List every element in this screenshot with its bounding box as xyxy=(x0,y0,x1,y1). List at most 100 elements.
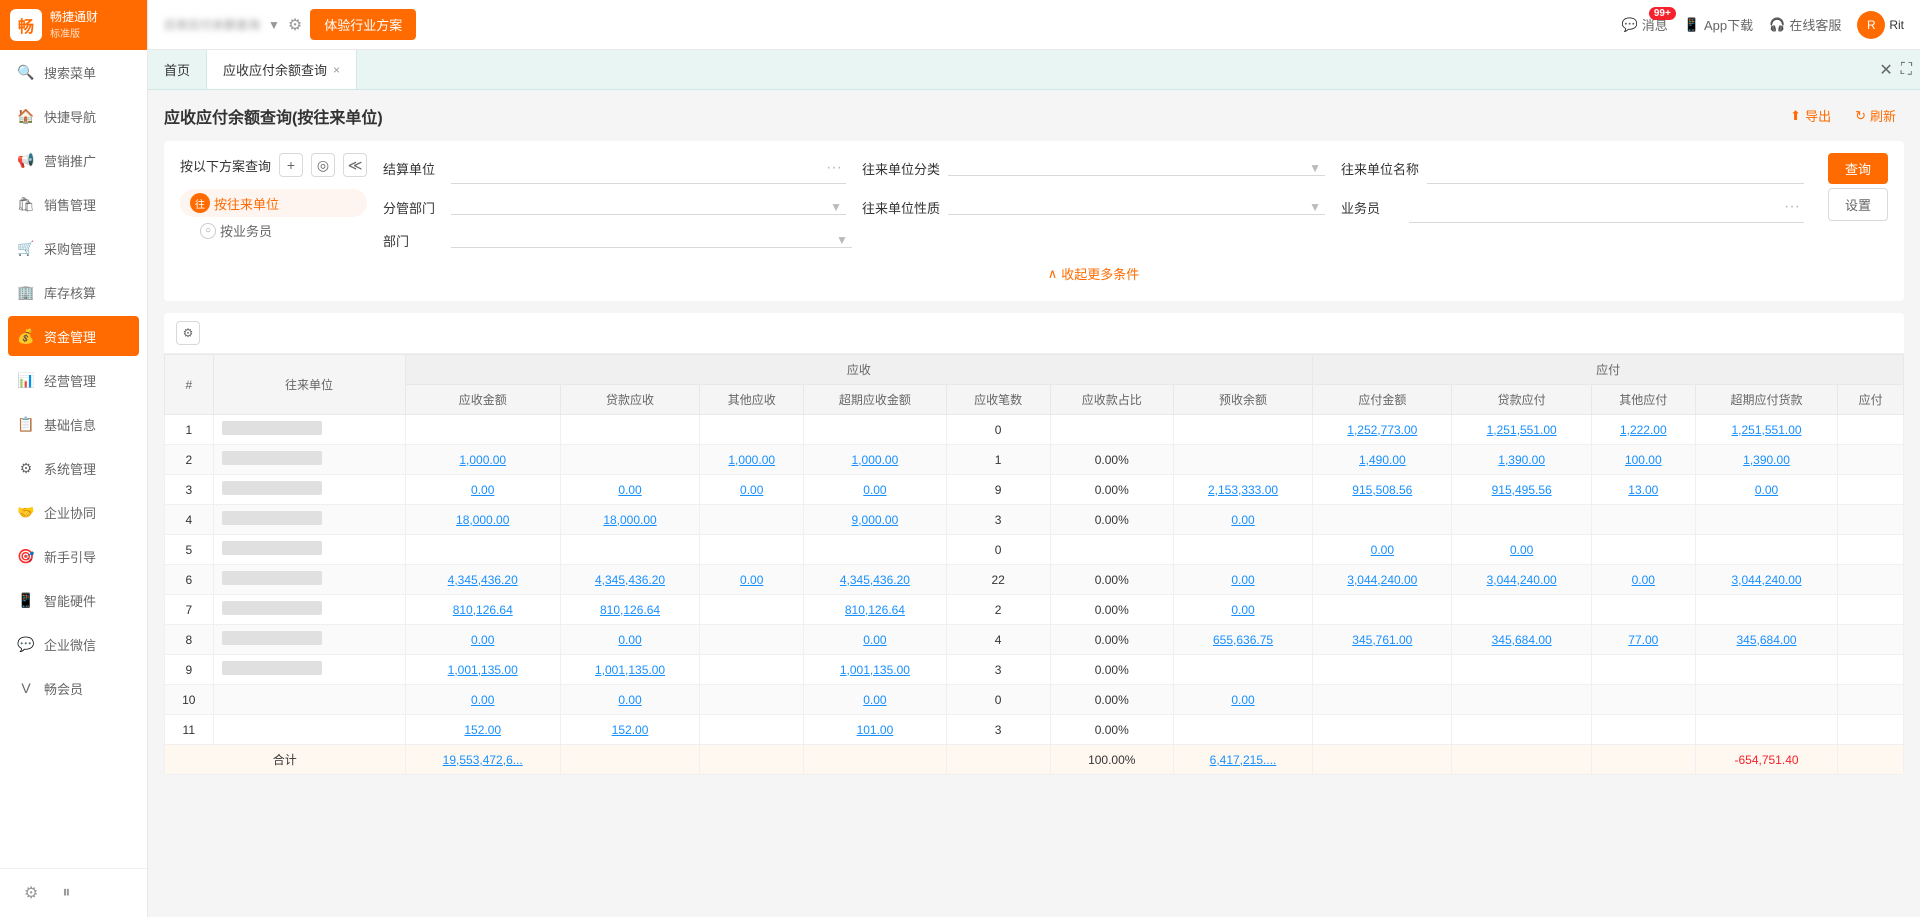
settlement-dots-icon[interactable]: ··· xyxy=(826,159,842,177)
filter-dept-manage-group: 分管部门 ▼ xyxy=(383,192,846,223)
sidebar-item-inventory[interactable]: 🏢 库存核算 xyxy=(0,270,147,314)
nature-chevron-icon: ▼ xyxy=(1309,200,1321,214)
sidebar-label-quick: 快捷导航 xyxy=(44,107,96,126)
dept-select-wrapper[interactable]: ▼ xyxy=(451,233,852,248)
sidebar-item-system[interactable]: ⚙ 系统管理 xyxy=(0,446,147,490)
category-select-wrapper[interactable]: ▼ xyxy=(948,161,1325,176)
filter-dept-group: 部门 ▼ xyxy=(383,231,852,250)
th-pay-loan: 贷款应付 xyxy=(1452,385,1591,415)
header-gear-icon[interactable]: ⚙ xyxy=(288,15,302,35)
page-title: 应收应付余额查询(按往来单位) xyxy=(164,104,383,128)
sidebar-item-marketing[interactable]: 📢 营销推广 xyxy=(0,138,147,182)
filter-collapse-btn[interactable]: ≪ xyxy=(343,153,367,177)
sidebar-item-enterprise[interactable]: 🤝 企业协同 xyxy=(0,490,147,534)
total-rec-prepaid[interactable]: 6,417,215.... xyxy=(1173,745,1312,775)
inventory-icon: 🏢 xyxy=(16,282,36,302)
collapse-label: 收起更多条件 xyxy=(1061,264,1139,283)
nature-select-wrapper[interactable]: ▼ xyxy=(948,200,1325,215)
sidebar-item-hardware[interactable]: 📱 智能硬件 xyxy=(0,578,147,622)
table-row: 64,345,436.204,345,436.200.004,345,436.2… xyxy=(165,565,1904,595)
collapse-sidebar-btn[interactable]: ⏸ xyxy=(54,880,78,906)
dept-manage-chevron-icon: ▼ xyxy=(830,200,842,214)
solution-btn[interactable]: 体验行业方案 xyxy=(310,9,416,40)
filter-setting-btn[interactable]: ◎ xyxy=(311,153,335,177)
table-setting-btn[interactable]: ⚙ xyxy=(176,321,200,345)
sidebar-item-quick[interactable]: 🏠 快捷导航 xyxy=(0,94,147,138)
sidebar-item-search[interactable]: 🔍 搜索菜单 xyxy=(0,50,147,94)
table-row: 7810,126.64810,126.64810,126.6420.00%0.0… xyxy=(165,595,1904,625)
total-pay-overdue[interactable]: -654,751.40 xyxy=(1695,745,1837,775)
salesman-dots-icon[interactable]: ··· xyxy=(1784,198,1800,216)
filter-method-salesman[interactable]: ○ 按业务员 xyxy=(180,217,367,244)
th-group-receivable: 应收 xyxy=(405,355,1313,385)
sidebar-item-member[interactable]: V 畅会员 xyxy=(0,666,147,710)
table-row: 101,252,773.001,251,551.001,222.001,251,… xyxy=(165,415,1904,445)
salesman-input[interactable] xyxy=(1413,192,1784,222)
close-tab-icon[interactable]: ✕ xyxy=(1879,60,1892,80)
filter-method-partner[interactable]: 往 按往来单位 xyxy=(180,189,367,217)
salesman-method-icon: ○ xyxy=(200,223,216,239)
sidebar-label-hardware: 智能硬件 xyxy=(44,591,96,610)
main-content: 应收应付余额查询(按往来单位) ⬆ 导出 ↻ 刷新 按以下方案查询 xyxy=(148,90,1920,917)
tab-home[interactable]: 首页 xyxy=(148,50,207,89)
notification-area[interactable]: 💬 消息 99+ xyxy=(1622,15,1668,34)
total-rec-amount[interactable]: 19,553,472,6... xyxy=(405,745,560,775)
wechat-icon: 💬 xyxy=(16,634,36,654)
filter-add-btn[interactable]: + xyxy=(279,153,303,177)
sidebar-item-operations[interactable]: 📊 经营管理 xyxy=(0,358,147,402)
filter-collapse-btn[interactable]: ∧ 收起更多条件 xyxy=(383,258,1804,289)
online-service-area[interactable]: 🎧 在线客服 xyxy=(1769,15,1841,34)
tab-active[interactable]: 应收应付余额查询 × xyxy=(207,50,357,89)
tab-bar-actions: ✕ ⛶ xyxy=(1871,60,1920,80)
dept-manage-label: 分管部门 xyxy=(383,198,443,217)
logo-text: 畅捷通财 xyxy=(50,10,98,26)
filter-area: 按以下方案查询 + ◎ ≪ 往 按往来单位 ○ 按业务员 xyxy=(164,141,1904,301)
sidebar-item-purchase[interactable]: 🛒 采购管理 xyxy=(0,226,147,270)
salesman-input-wrapper[interactable]: ··· xyxy=(1409,192,1804,223)
settings-bottom-btn[interactable]: ⚙ xyxy=(16,879,46,907)
table-row: 80.000.000.0040.00%655,636.75345,761.003… xyxy=(165,625,1904,655)
sidebar-item-sales[interactable]: 🛍 销售管理 xyxy=(0,182,147,226)
sidebar-item-basic[interactable]: 📋 基础信息 xyxy=(0,402,147,446)
refresh-icon: ↻ xyxy=(1855,108,1866,124)
filter-method-partner-label: 按往来单位 xyxy=(214,194,279,213)
th-pay-amount: 应付金额 xyxy=(1313,385,1452,415)
filter-category-group: 往来单位分类 ▼ xyxy=(862,153,1325,184)
export-btn[interactable]: ⬆ 导出 xyxy=(1782,102,1839,129)
th-group-payable: 应付 xyxy=(1313,355,1904,385)
breadcrumb-chevron-icon[interactable]: ▼ xyxy=(268,18,280,32)
sidebar-label-inventory: 库存核算 xyxy=(44,283,96,302)
app-download-area[interactable]: 📱 App下载 xyxy=(1684,15,1753,34)
settlement-input-wrapper[interactable]: ··· xyxy=(451,153,846,184)
settings-btn[interactable]: 设置 xyxy=(1828,188,1888,221)
refresh-btn[interactable]: ↻ 刷新 xyxy=(1847,102,1904,129)
query-btn[interactable]: 查询 xyxy=(1828,153,1888,184)
dept-manage-select-wrapper[interactable]: ▼ xyxy=(451,200,846,215)
header: 应收应付余额查询 ▼ ⚙ 体验行业方案 💬 消息 99+ 📱 App下载 🎧 在… xyxy=(148,0,1920,50)
sidebar-item-wechat[interactable]: 💬 企业微信 xyxy=(0,622,147,666)
sidebar-label-system: 系统管理 xyxy=(44,459,96,478)
table-row: 21,000.001,000.001,000.0010.00%1,490.001… xyxy=(165,445,1904,475)
sidebar-label-enterprise: 企业协同 xyxy=(44,503,96,522)
sidebar-item-guide[interactable]: 🎯 新手引导 xyxy=(0,534,147,578)
th-rec-other: 其他应收 xyxy=(700,385,804,415)
total-pay-amount xyxy=(1313,745,1452,775)
th-partner: 往来单位 xyxy=(213,355,405,415)
user-area[interactable]: R Rit xyxy=(1857,11,1904,39)
fullscreen-icon[interactable]: ⛶ xyxy=(1901,61,1912,79)
name-input[interactable] xyxy=(1427,154,1804,184)
th-pay-other: 其他应付 xyxy=(1591,385,1695,415)
sidebar-item-finance[interactable]: 💰 资金管理 xyxy=(8,316,139,356)
tab-bar: 首页 应收应付余额查询 × ✕ ⛶ xyxy=(148,50,1920,90)
partner-method-icon: 往 xyxy=(190,193,210,213)
export-icon: ⬆ xyxy=(1790,108,1801,124)
category-chevron-icon: ▼ xyxy=(1309,161,1321,175)
header-right: 💬 消息 99+ 📱 App下载 🎧 在线客服 R Rit xyxy=(1622,11,1904,39)
dept-chevron-icon: ▼ xyxy=(836,233,848,247)
table-row: 30.000.000.000.0090.00%2,153,333.00915,5… xyxy=(165,475,1904,505)
settlement-input[interactable] xyxy=(455,153,826,183)
operations-icon: 📊 xyxy=(16,370,36,390)
tab-close-btn[interactable]: × xyxy=(333,63,340,77)
total-pay-other xyxy=(1591,745,1695,775)
filter-fields-panel: 结算单位 ··· 往来单位分类 ▼ xyxy=(383,153,1804,289)
